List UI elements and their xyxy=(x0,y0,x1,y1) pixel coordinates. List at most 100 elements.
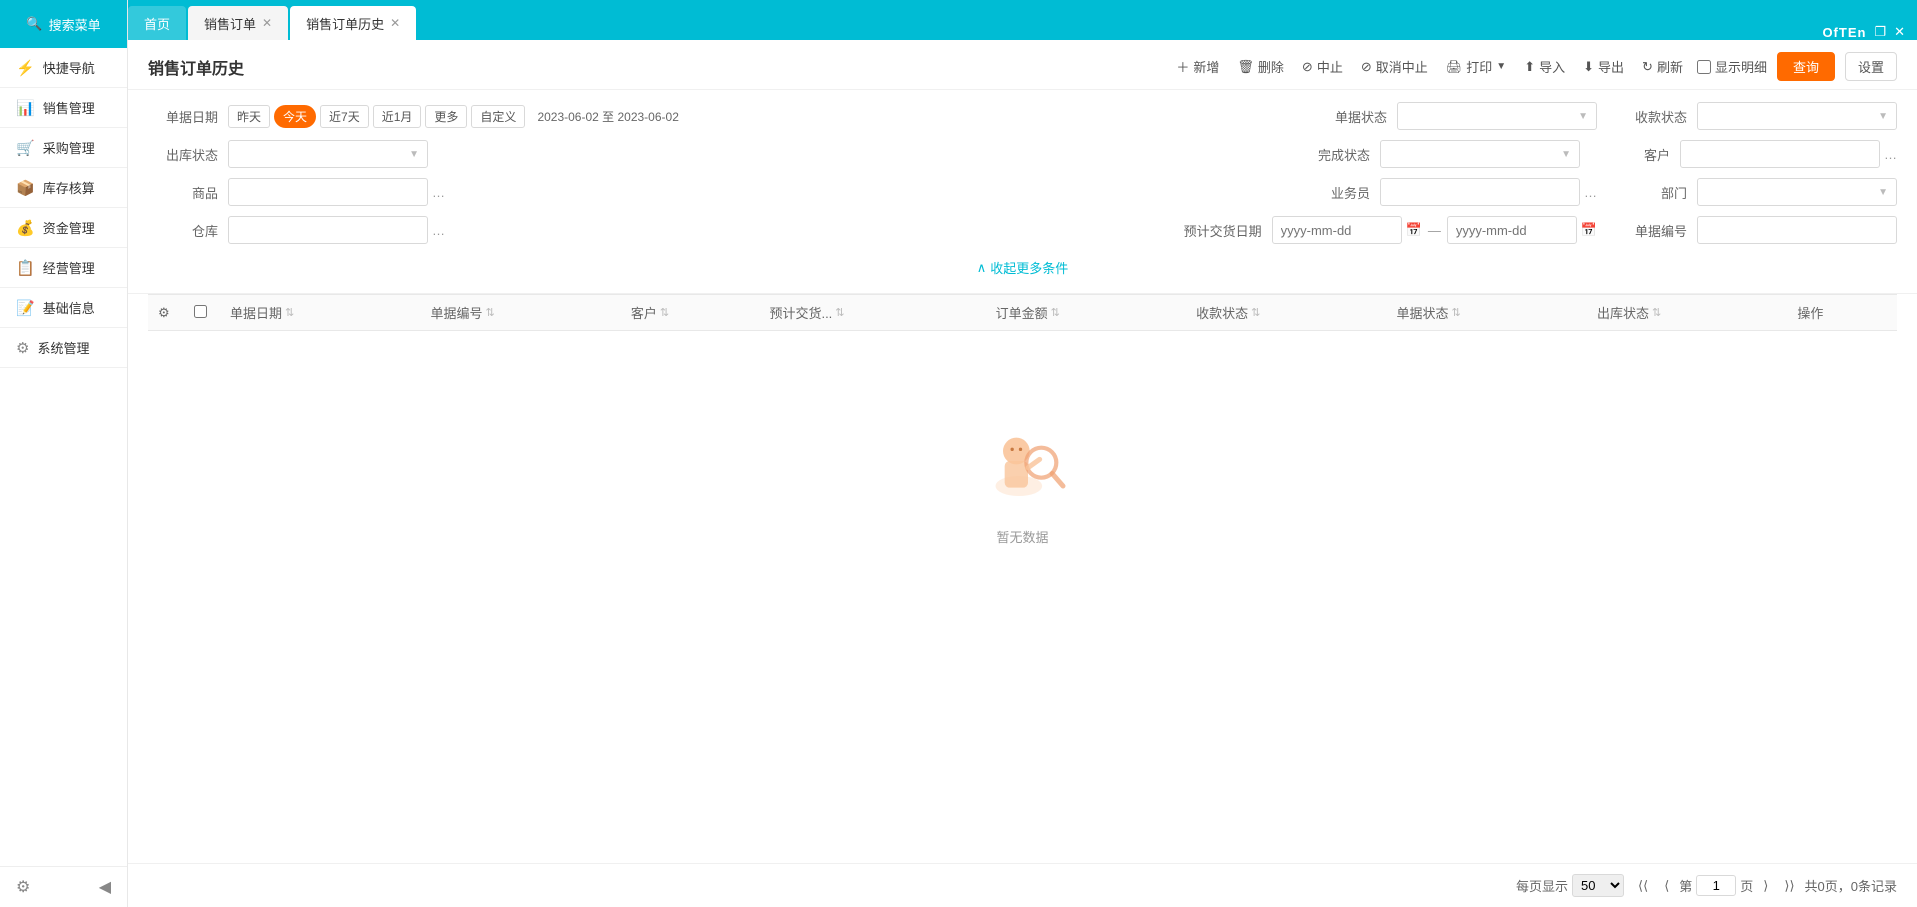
sidebar-item-sales-mgmt[interactable]: 📊 销售管理 xyxy=(0,88,127,128)
th-amount-label: 订单金额 xyxy=(996,303,1048,322)
th-customer[interactable]: 客户 ⇅ xyxy=(621,295,760,331)
sidebar-item-finance[interactable]: 💰 资金管理 xyxy=(0,208,127,248)
th-doc-status[interactable]: 单据状态 ⇅ xyxy=(1387,295,1587,331)
status-filter-select[interactable]: ▼ xyxy=(1397,102,1597,130)
sidebar-item-label: 资金管理 xyxy=(43,218,95,237)
table-settings-icon[interactable]: ⚙ xyxy=(158,305,170,320)
data-table: ⚙ 单据日期 ⇅ 单据编号 xyxy=(148,294,1897,626)
th-customer-label: 客户 xyxy=(631,303,657,322)
settings-icon[interactable]: ⚙ xyxy=(16,877,30,897)
sort-amount-icon[interactable]: ⇅ xyxy=(1051,306,1060,319)
import-icon: ⬆ xyxy=(1524,59,1535,75)
sort-doc-icon[interactable]: ⇅ xyxy=(1452,306,1461,319)
operations-icon: 📋 xyxy=(16,259,35,277)
th-no[interactable]: 单据编号 ⇅ xyxy=(420,295,620,331)
delete-button[interactable]: 🗑 删除 xyxy=(1233,55,1288,78)
tab-sales-order[interactable]: 销售订单 ✕ xyxy=(188,6,288,40)
tab-sales-order-close[interactable]: ✕ xyxy=(262,16,272,30)
sort-no-icon[interactable]: ⇅ xyxy=(485,306,494,319)
select-all-checkbox[interactable] xyxy=(194,305,207,318)
sidebar-item-purchase-mgmt[interactable]: 🛒 采购管理 xyxy=(0,128,127,168)
refresh-label: 刷新 xyxy=(1657,57,1683,76)
tab-sales-order-history[interactable]: 销售订单历史 ✕ xyxy=(290,6,416,40)
goods-ellipsis[interactable]: … xyxy=(432,185,445,200)
complete-status-arrow: ▼ xyxy=(1561,149,1571,160)
calendar-end-icon[interactable]: 📅 xyxy=(1581,222,1597,238)
print-button[interactable]: 🖨 打印 ▼ xyxy=(1442,55,1510,78)
th-doc-status-label: 单据状态 xyxy=(1397,303,1449,322)
th-receipt-status[interactable]: 收款状态 ⇅ xyxy=(1186,295,1386,331)
content-area: 销售订单历史 ＋ 新增 🗑 删除 ⊘ 中止 ⊘ 取消中止 xyxy=(128,40,1917,907)
warehouse-status-select[interactable]: ▼ xyxy=(228,140,428,168)
prev-page-btn[interactable]: ⟨ xyxy=(1658,876,1675,896)
cancel-stop-button[interactable]: ⊘ 取消中止 xyxy=(1357,55,1432,78)
tab-sales-order-history-close[interactable]: ✕ xyxy=(390,16,400,30)
sort-customer-icon[interactable]: ⇅ xyxy=(660,306,669,319)
refresh-button[interactable]: ↻ 刷新 xyxy=(1638,55,1687,78)
export-button[interactable]: ⬇ 导出 xyxy=(1579,55,1628,78)
per-page-control: 每页显示 50 10 20 100 xyxy=(1516,874,1624,897)
settings-button[interactable]: 设置 xyxy=(1845,52,1897,81)
customer-ellipsis[interactable]: … xyxy=(1884,147,1897,162)
th-date-label: 单据日期 xyxy=(230,303,282,322)
sort-delivery-icon[interactable]: ⇅ xyxy=(835,306,844,319)
plus-icon: ＋ xyxy=(1176,57,1189,76)
calendar-start-icon[interactable]: 📅 xyxy=(1406,222,1422,238)
warehouse-ellipsis[interactable]: … xyxy=(432,223,445,238)
import-button[interactable]: ⬆ 导入 xyxy=(1520,55,1569,78)
display-toggle-checkbox[interactable] xyxy=(1697,60,1711,74)
date-btn-1month[interactable]: 近1月 xyxy=(373,105,422,128)
date-btn-yesterday[interactable]: 昨天 xyxy=(228,105,270,128)
date-btn-today[interactable]: 今天 xyxy=(274,105,316,128)
th-expected-delivery[interactable]: 预计交货... ⇅ xyxy=(759,295,985,331)
th-amount[interactable]: 订单金额 ⇅ xyxy=(986,295,1186,331)
display-toggle[interactable]: 显示明细 xyxy=(1697,57,1767,76)
window-close-icon[interactable]: ✕ xyxy=(1894,24,1905,40)
sidebar-item-system-mgmt[interactable]: ⚙ 系统管理 xyxy=(0,328,127,368)
stop-label: 中止 xyxy=(1317,57,1343,76)
next-page-btn[interactable]: ⟩ xyxy=(1757,876,1774,896)
last-page-btn[interactable]: ⟩⟩ xyxy=(1778,876,1800,896)
collapse-row[interactable]: ∧ 收起更多条件 xyxy=(148,254,1897,281)
sidebar-item-label: 库存核算 xyxy=(43,178,95,197)
salesman-ellipsis[interactable]: … xyxy=(1584,185,1597,200)
date-btn-more[interactable]: 更多 xyxy=(425,105,467,128)
th-settings[interactable]: ⚙ xyxy=(148,295,184,331)
th-warehouse-status[interactable]: 出库状态 ⇅ xyxy=(1587,295,1787,331)
th-date[interactable]: 单据日期 ⇅ xyxy=(220,295,420,331)
salesman-input[interactable] xyxy=(1380,178,1580,206)
sort-warehouse-icon[interactable]: ⇅ xyxy=(1652,306,1661,319)
sort-date-icon[interactable]: ⇅ xyxy=(285,306,294,319)
expected-delivery-end[interactable] xyxy=(1447,216,1577,244)
customer-input[interactable] xyxy=(1680,140,1880,168)
expected-delivery-start[interactable] xyxy=(1272,216,1402,244)
new-button[interactable]: ＋ 新增 xyxy=(1172,55,1223,78)
query-button[interactable]: 查询 xyxy=(1777,52,1835,81)
receipt-status-arrow: ▼ xyxy=(1878,111,1888,122)
delete-icon: 🗑 xyxy=(1237,59,1254,75)
receipt-status-select[interactable]: ▼ xyxy=(1697,102,1897,130)
goods-input[interactable] xyxy=(228,178,428,206)
sidebar-item-operations[interactable]: 📋 经营管理 xyxy=(0,248,127,288)
sidebar-item-inventory[interactable]: 📦 库存核算 xyxy=(0,168,127,208)
date-btn-7days[interactable]: 近7天 xyxy=(320,105,369,128)
per-page-select[interactable]: 50 10 20 100 xyxy=(1572,874,1624,897)
sidebar-item-label: 经营管理 xyxy=(43,258,95,277)
tab-home[interactable]: 首页 xyxy=(128,6,186,40)
dept-select[interactable]: ▼ xyxy=(1697,178,1897,206)
first-page-btn[interactable]: ⟨⟨ xyxy=(1632,876,1654,896)
window-restore-icon[interactable]: ❐ xyxy=(1874,24,1886,40)
stop-button[interactable]: ⊘ 中止 xyxy=(1298,55,1347,78)
complete-status-select[interactable]: ▼ xyxy=(1380,140,1580,168)
sidebar-item-quick-nav[interactable]: ⚡ 快捷导航 xyxy=(0,48,127,88)
warehouse-input[interactable] xyxy=(228,216,428,244)
current-page-input[interactable] xyxy=(1696,875,1736,896)
sort-receipt-icon[interactable]: ⇅ xyxy=(1251,306,1260,319)
sidebar-search[interactable]: 🔍 搜索菜单 xyxy=(0,0,127,48)
sidebar-item-base-info[interactable]: 📝 基础信息 xyxy=(0,288,127,328)
th-checkbox[interactable] xyxy=(184,295,220,331)
sidebar-footer: ⚙ ◀ xyxy=(0,866,127,907)
order-no-input[interactable] xyxy=(1697,216,1897,244)
collapse-icon[interactable]: ◀ xyxy=(99,877,111,897)
date-btn-custom[interactable]: 自定义 xyxy=(471,105,525,128)
